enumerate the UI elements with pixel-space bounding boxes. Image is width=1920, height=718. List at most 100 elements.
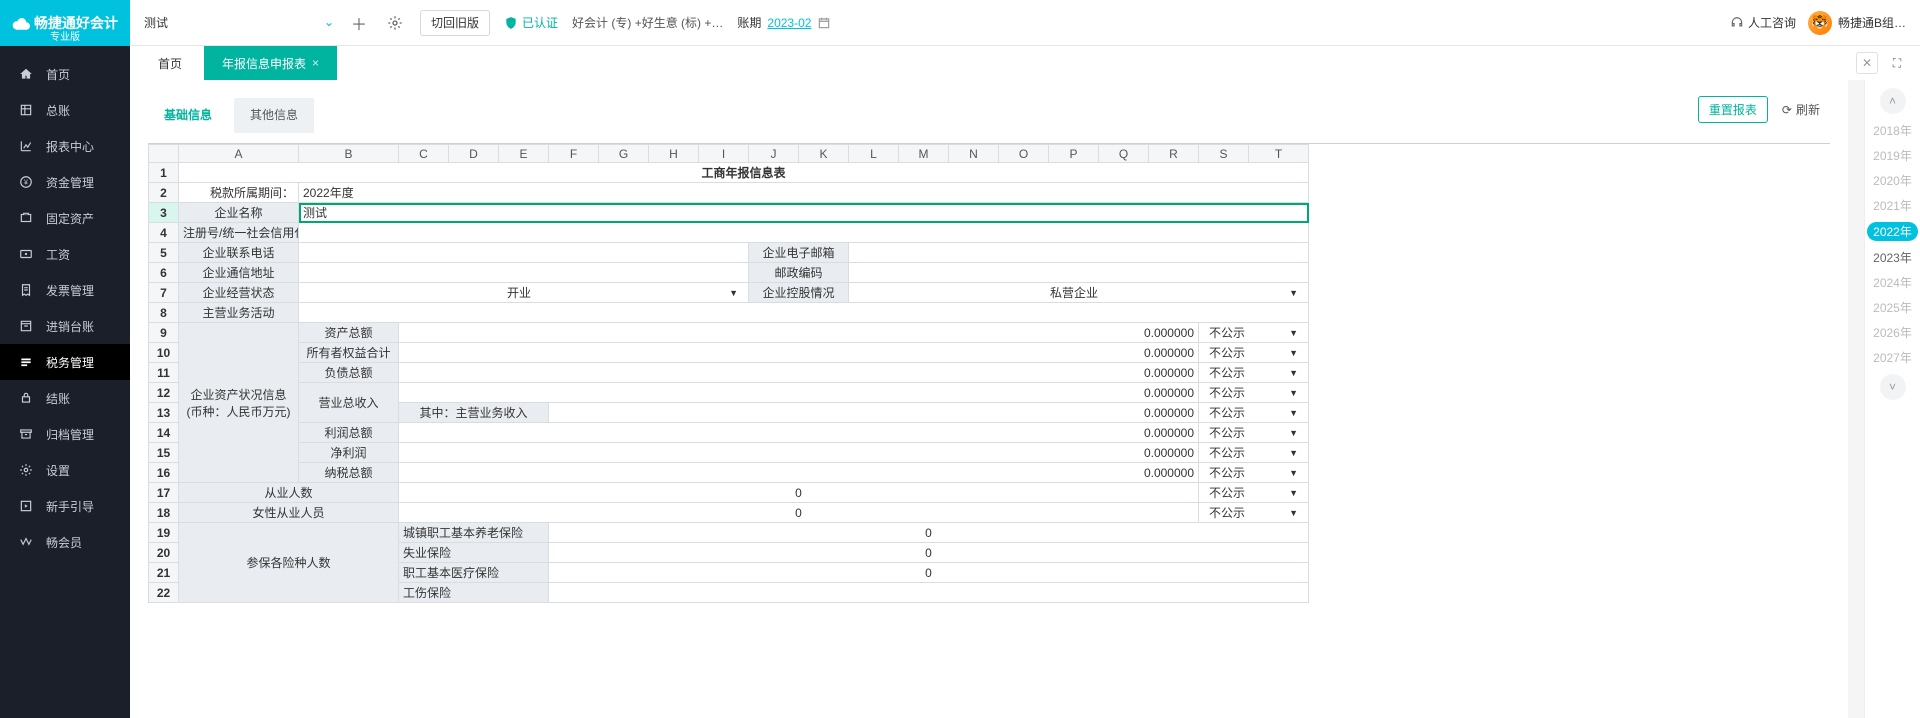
col-header[interactable]: P — [1049, 145, 1099, 163]
col-header[interactable]: Q — [1099, 145, 1149, 163]
tab-annual-report[interactable]: 年报信息申报表 × — [204, 46, 337, 80]
expand-icon[interactable]: ⛶ — [1886, 52, 1908, 74]
year-item[interactable]: 2024年 — [1873, 274, 1912, 291]
row-header[interactable]: 4 — [149, 223, 179, 243]
refresh-button[interactable]: ⟳ 刷新 — [1782, 101, 1820, 118]
row-header[interactable]: 13 — [149, 403, 179, 423]
spreadsheet[interactable]: A B C D E F G H I J K L — [148, 143, 1830, 718]
input-mainbiz[interactable] — [299, 303, 1309, 323]
year-down-button[interactable]: ˅ — [1880, 374, 1906, 400]
sidebar-item-reports[interactable]: 报表中心 — [0, 128, 130, 164]
sheet-tab-basic[interactable]: 基础信息 — [148, 98, 228, 133]
sidebar-item-archive[interactable]: 归档管理 — [0, 416, 130, 452]
select-disclosure[interactable]: 不公示▼ — [1199, 343, 1309, 363]
input-company-name[interactable]: 测试 — [299, 203, 1309, 223]
year-item[interactable]: 2021年 — [1873, 197, 1912, 214]
row-header[interactable]: 6 — [149, 263, 179, 283]
row-header[interactable]: 18 — [149, 503, 179, 523]
sidebar-item-close[interactable]: 结账 — [0, 380, 130, 416]
tab-home[interactable]: 首页 — [140, 46, 200, 80]
row-header[interactable]: 5 — [149, 243, 179, 263]
col-header[interactable]: C — [399, 145, 449, 163]
switch-old-button[interactable]: 切回旧版 — [420, 10, 490, 36]
select-disclosure[interactable]: 不公示▼ — [1199, 443, 1309, 463]
value-tax-total[interactable]: 0.000000 — [399, 463, 1199, 483]
col-header[interactable]: H — [649, 145, 699, 163]
col-header[interactable]: O — [999, 145, 1049, 163]
sidebar-item-assets[interactable]: 固定资产 — [0, 200, 130, 236]
year-item[interactable]: 2023年 — [1873, 249, 1912, 266]
col-header[interactable]: L — [849, 145, 899, 163]
sidebar-item-settings[interactable]: 设置 — [0, 452, 130, 488]
value-female-emp[interactable]: 0 — [399, 503, 1199, 523]
input-email[interactable] — [849, 243, 1309, 263]
col-header[interactable]: T — [1249, 145, 1309, 163]
col-header[interactable]: I — [699, 145, 749, 163]
col-header[interactable]: M — [899, 145, 949, 163]
select-disclosure[interactable]: 不公示▼ — [1199, 323, 1309, 343]
value-liab-total[interactable]: 0.000000 — [399, 363, 1199, 383]
col-header[interactable]: N — [949, 145, 999, 163]
year-item[interactable]: 2027年 — [1873, 349, 1912, 366]
row-header[interactable]: 17 — [149, 483, 179, 503]
sidebar-item-invoice[interactable]: 发票管理 — [0, 272, 130, 308]
year-item[interactable]: 2019年 — [1873, 147, 1912, 164]
input-regno[interactable] — [299, 223, 1309, 243]
support-link[interactable]: 人工咨询 — [1730, 14, 1796, 31]
close-all-tabs-button[interactable]: ✕ — [1856, 52, 1878, 74]
row-header[interactable]: 8 — [149, 303, 179, 323]
sidebar-item-vip[interactable]: 畅会员 — [0, 524, 130, 560]
value-profit-total[interactable]: 0.000000 — [399, 423, 1199, 443]
row-header[interactable]: 10 — [149, 343, 179, 363]
row-header[interactable]: 12 — [149, 383, 179, 403]
col-header[interactable]: A — [179, 145, 299, 163]
col-header[interactable]: B — [299, 145, 399, 163]
value-ins-medical[interactable]: 0 — [549, 563, 1309, 583]
select-disclosure[interactable]: 不公示▼ — [1199, 403, 1309, 423]
year-up-button[interactable]: ˄ — [1880, 88, 1906, 114]
value-net-profit[interactable]: 0.000000 — [399, 443, 1199, 463]
col-header[interactable]: K — [799, 145, 849, 163]
row-header[interactable]: 20 — [149, 543, 179, 563]
col-header[interactable]: G — [599, 145, 649, 163]
add-icon[interactable]: ＋ — [348, 12, 370, 34]
value-ins-injury[interactable] — [549, 583, 1309, 603]
value-ins-pension[interactable]: 0 — [549, 523, 1309, 543]
row-header[interactable]: 22 — [149, 583, 179, 603]
row-header[interactable]: 3 — [149, 203, 179, 223]
sidebar-item-ledger[interactable]: 总账 — [0, 92, 130, 128]
value-employees[interactable]: 0 — [399, 483, 1199, 503]
user-menu[interactable]: 🐯 畅捷通B组… — [1808, 11, 1906, 35]
year-item[interactable]: 2026年 — [1873, 324, 1912, 341]
select-disclosure[interactable]: 不公示▼ — [1199, 463, 1309, 483]
row-header[interactable]: 7 — [149, 283, 179, 303]
year-item[interactable]: 2020年 — [1873, 172, 1912, 189]
select-disclosure[interactable]: 不公示▼ — [1199, 383, 1309, 403]
sidebar-item-inventory[interactable]: 进销台账 — [0, 308, 130, 344]
col-header[interactable]: J — [749, 145, 799, 163]
col-header[interactable]: D — [449, 145, 499, 163]
row-header[interactable]: 1 — [149, 163, 179, 183]
row-header[interactable]: 19 — [149, 523, 179, 543]
col-header[interactable]: R — [1149, 145, 1199, 163]
value-rev-total[interactable]: 0.000000 — [399, 383, 1199, 403]
row-header[interactable]: 21 — [149, 563, 179, 583]
col-header[interactable]: E — [499, 145, 549, 163]
row-header[interactable]: 15 — [149, 443, 179, 463]
input-postcode[interactable] — [849, 263, 1309, 283]
input-addr[interactable] — [299, 263, 749, 283]
sidebar-item-funds[interactable]: ¥资金管理 — [0, 164, 130, 200]
row-header[interactable]: 2 — [149, 183, 179, 203]
sidebar-item-home[interactable]: 首页 — [0, 56, 130, 92]
select-disclosure[interactable]: 不公示▼ — [1199, 503, 1309, 523]
select-holding[interactable]: 私营企业▼ — [849, 283, 1309, 303]
row-header[interactable]: 9 — [149, 323, 179, 343]
value-ins-unemp[interactable]: 0 — [549, 543, 1309, 563]
close-icon[interactable]: × — [312, 56, 319, 70]
col-header[interactable]: F — [549, 145, 599, 163]
select-disclosure[interactable]: 不公示▼ — [1199, 363, 1309, 383]
select-disclosure[interactable]: 不公示▼ — [1199, 483, 1309, 503]
col-header[interactable]: S — [1199, 145, 1249, 163]
year-item-active[interactable]: 2022年 — [1867, 222, 1918, 241]
year-item[interactable]: 2025年 — [1873, 299, 1912, 316]
